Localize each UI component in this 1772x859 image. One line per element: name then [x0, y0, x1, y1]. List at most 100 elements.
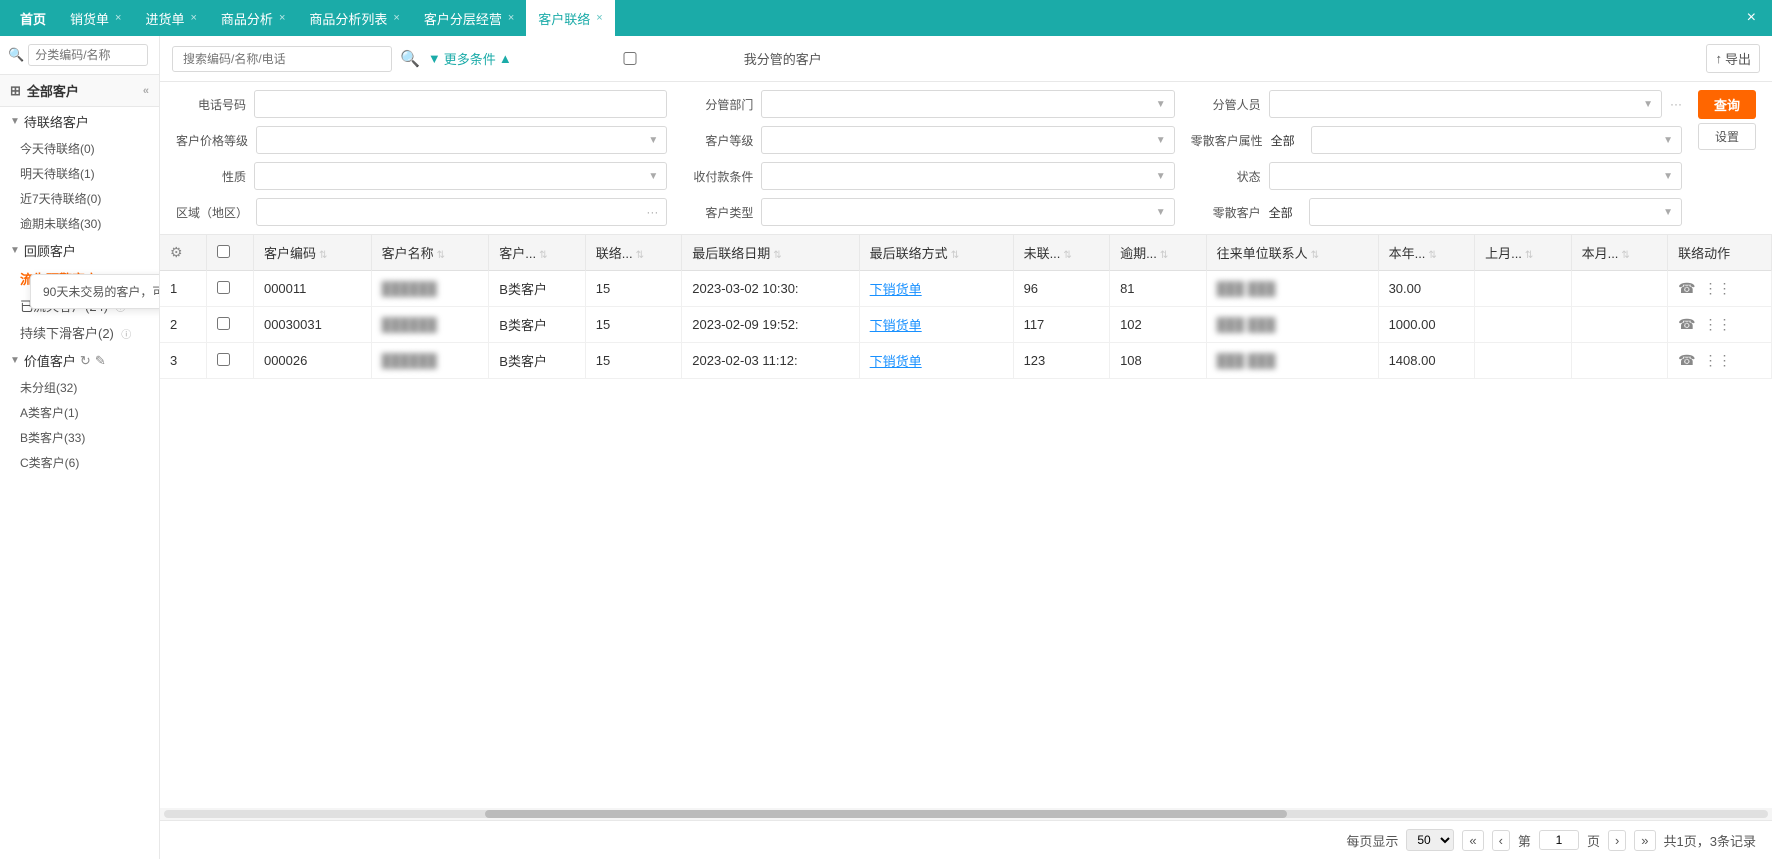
sidebar-group-review[interactable]: ▼ 回顾客户	[0, 236, 159, 265]
sidebar-search-input[interactable]	[28, 44, 148, 66]
filter-manager-select[interactable]: ▼	[1269, 90, 1662, 118]
last-method-link[interactable]: 下销货单	[870, 318, 922, 333]
row-last-method[interactable]: 下销货单	[859, 271, 1013, 307]
current-page-input[interactable]	[1539, 830, 1579, 850]
scrollbar-track[interactable]	[164, 810, 1768, 818]
more-actions-icon[interactable]: ⋮⋮	[1704, 316, 1732, 333]
edit-icon[interactable]: ✎	[95, 353, 106, 369]
my-customer-checkbox-input[interactable]	[520, 52, 740, 65]
sidebar-item-a-class[interactable]: A类客户(1)	[0, 400, 159, 425]
tab-product-analysis[interactable]: 商品分析 ×	[209, 0, 297, 36]
col-code: 客户编码⇅	[253, 235, 371, 271]
contact-icon[interactable]: ☎	[1678, 316, 1695, 333]
tab-customer-contact[interactable]: 客户联络 ×	[526, 0, 614, 36]
tab-sales-order[interactable]: 销货单 ×	[58, 0, 133, 36]
sidebar-item-c-class[interactable]: C类客户(6)	[0, 450, 159, 475]
filter-region: 区域（地区） ···	[176, 198, 667, 226]
filter-retail-select[interactable]: ▼	[1309, 198, 1682, 226]
horizontal-scrollbar[interactable]	[160, 808, 1772, 820]
settings-col-header[interactable]: ⚙	[160, 235, 206, 271]
page-size-select[interactable]: 50	[1406, 829, 1454, 851]
tab-product-analysis-list[interactable]: 商品分析列表 ×	[297, 0, 411, 36]
filter-more-icon[interactable]: ···	[1670, 97, 1682, 111]
prev-page-button[interactable]: ‹	[1492, 830, 1510, 851]
close-icon[interactable]: ×	[279, 12, 285, 24]
window-close-icon[interactable]: ×	[1739, 9, 1764, 27]
sort-icon[interactable]: ⇅	[1311, 250, 1319, 261]
row-checkbox[interactable]	[206, 271, 253, 307]
filter-customer-type-select[interactable]: ▼	[761, 198, 1174, 226]
close-icon[interactable]: ×	[508, 12, 514, 24]
close-icon[interactable]: ×	[393, 12, 399, 24]
filter-payment-select[interactable]: ▼	[761, 162, 1174, 190]
more-actions-icon[interactable]: ⋮⋮	[1704, 352, 1732, 369]
filter-more-icon[interactable]: ···	[646, 205, 658, 219]
last-method-link[interactable]: 下销货单	[870, 354, 922, 369]
more-filters-button[interactable]: ▼ 更多条件 ▲	[428, 49, 512, 68]
select-all-checkbox[interactable]	[217, 245, 230, 258]
last-method-link[interactable]: 下销货单	[870, 282, 922, 297]
search-button[interactable]: 🔍	[400, 49, 420, 69]
my-customer-checkbox[interactable]: 我分管的客户	[520, 49, 822, 68]
contact-icon[interactable]: ☎	[1678, 352, 1695, 369]
sidebar-item-overdue-contact[interactable]: 逾期未联络(30)	[0, 211, 159, 236]
filter-nature-select[interactable]: ▼	[254, 162, 667, 190]
close-icon[interactable]: ×	[596, 12, 602, 24]
row-checkbox[interactable]	[206, 307, 253, 343]
collapse-icon[interactable]: «	[143, 85, 149, 97]
tab-purchase-order[interactable]: 进货单 ×	[133, 0, 208, 36]
settings-icon[interactable]: ⚙	[170, 244, 183, 260]
filter-dept-select[interactable]: ▼	[761, 90, 1174, 118]
close-icon[interactable]: ×	[190, 12, 196, 24]
checkbox-col-header[interactable]	[206, 235, 253, 271]
sidebar-item-ungrouped[interactable]: 未分组(32)	[0, 375, 159, 400]
filter-price-level-select[interactable]: ▼	[256, 126, 667, 154]
sidebar-group-pending[interactable]: ▼ 待联络客户	[0, 107, 159, 136]
search-input[interactable]	[172, 46, 392, 72]
next-page-button[interactable]: ›	[1608, 830, 1626, 851]
chevron-down-icon: ▼	[1663, 207, 1673, 218]
query-button[interactable]: 查询	[1698, 90, 1756, 119]
sort-icon[interactable]: ⇅	[319, 250, 327, 261]
tab-customer-tier[interactable]: 客户分层经营 ×	[412, 0, 526, 36]
filter-customer-level-label: 客户等级	[683, 132, 753, 149]
row-select-checkbox[interactable]	[217, 317, 230, 330]
sort-icon[interactable]: ⇅	[951, 250, 959, 261]
sidebar-item-today-contact[interactable]: 今天待联络(0)	[0, 136, 159, 161]
settings-button[interactable]: 设置	[1698, 123, 1756, 150]
export-button[interactable]: ↑ 导出	[1706, 44, 1760, 73]
filter-status-select[interactable]: ▼	[1269, 162, 1682, 190]
all-customers-header[interactable]: ⊞ 全部客户 «	[0, 75, 159, 107]
row-select-checkbox[interactable]	[217, 353, 230, 366]
sidebar-item-b-class[interactable]: B类客户(33)	[0, 425, 159, 450]
sort-icon[interactable]: ⇅	[437, 250, 445, 261]
filter-retail-attr-select[interactable]: ▼	[1311, 126, 1682, 154]
sort-icon[interactable]: ⇅	[1621, 250, 1629, 261]
row-last-method[interactable]: 下销货单	[859, 307, 1013, 343]
contact-icon[interactable]: ☎	[1678, 280, 1695, 297]
sort-icon[interactable]: ⇅	[1525, 250, 1533, 261]
more-actions-icon[interactable]: ⋮⋮	[1704, 280, 1732, 297]
sidebar-group-value[interactable]: ▼ 价值客户 ↻ ✎	[0, 346, 159, 375]
sort-icon[interactable]: ⇅	[636, 250, 644, 261]
filter-phone-input[interactable]	[254, 90, 667, 118]
sort-icon[interactable]: ⇅	[1063, 250, 1071, 261]
sidebar-item-declining[interactable]: 持续下滑客户(2) ⓘ	[0, 319, 159, 346]
row-last-method[interactable]: 下销货单	[859, 343, 1013, 379]
first-page-button[interactable]: «	[1462, 830, 1483, 851]
close-icon[interactable]: ×	[115, 12, 121, 24]
filter-customer-level-select[interactable]: ▼	[761, 126, 1174, 154]
filter-region-select[interactable]: ···	[256, 198, 667, 226]
row-checkbox[interactable]	[206, 343, 253, 379]
last-page-button[interactable]: »	[1634, 830, 1655, 851]
row-select-checkbox[interactable]	[217, 281, 230, 294]
scrollbar-thumb[interactable]	[485, 810, 1287, 818]
refresh-icon[interactable]: ↻	[80, 353, 91, 369]
sidebar-item-tomorrow-contact[interactable]: 明天待联络(1)	[0, 161, 159, 186]
sort-icon[interactable]: ⇅	[539, 250, 547, 261]
sort-icon[interactable]: ⇅	[1160, 250, 1168, 261]
tab-home[interactable]: 首页	[8, 0, 58, 36]
sort-icon[interactable]: ⇅	[1428, 250, 1436, 261]
sort-icon[interactable]: ⇅	[773, 250, 781, 261]
sidebar-item-7day-contact[interactable]: 近7天待联络(0)	[0, 186, 159, 211]
